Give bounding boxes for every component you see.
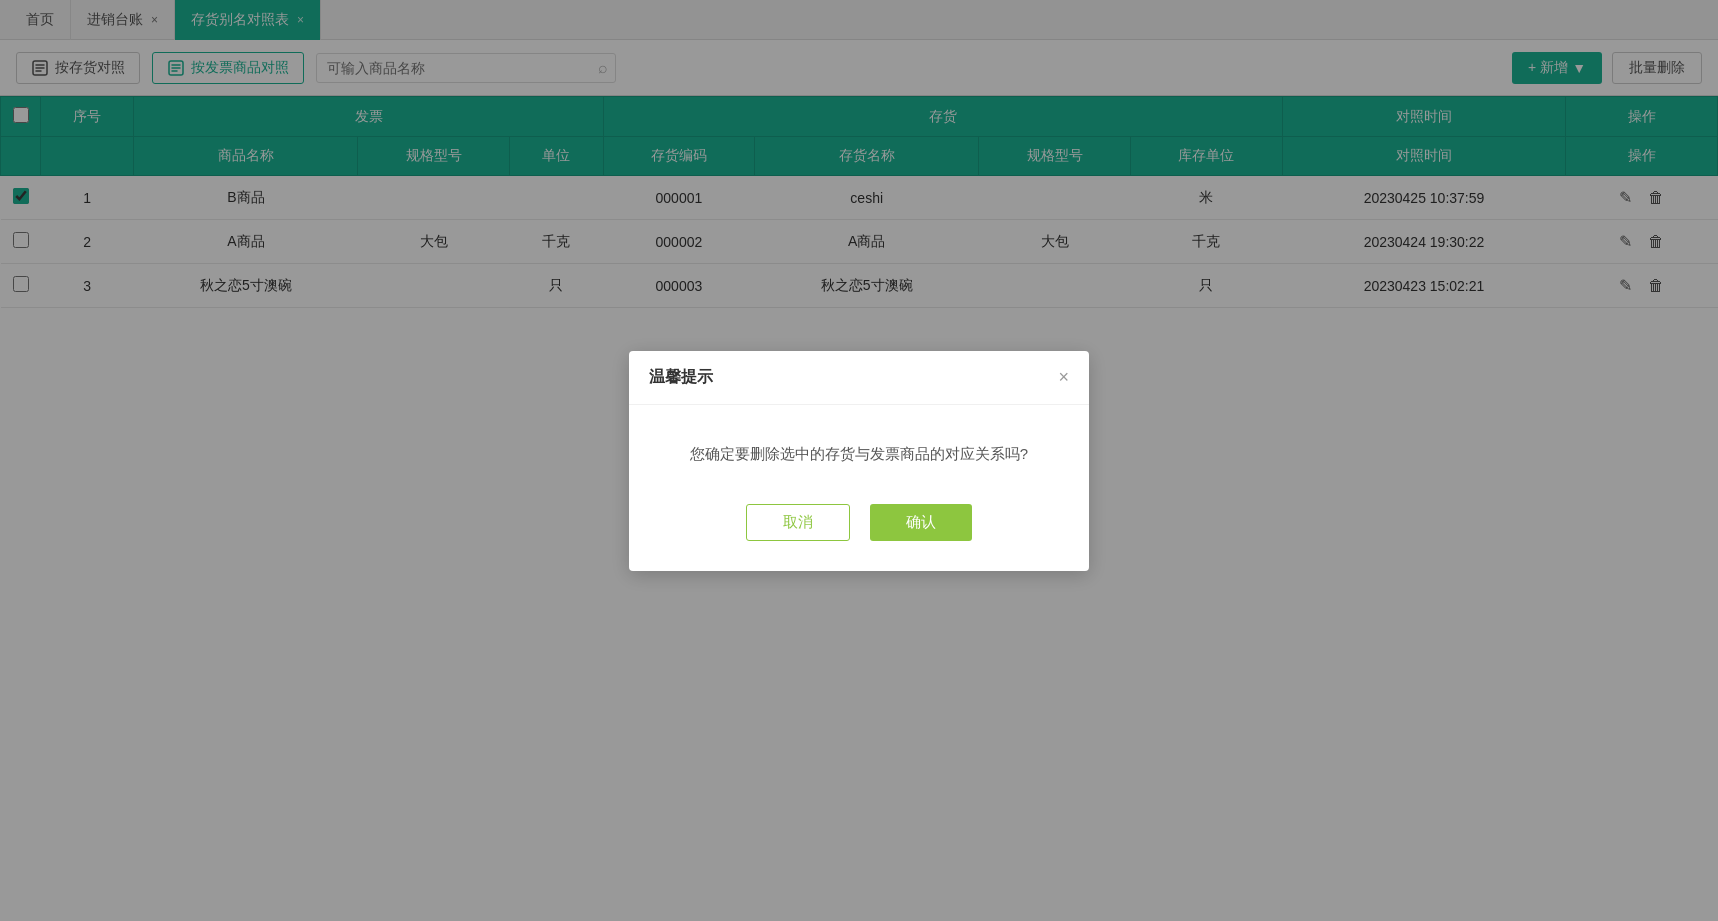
dialog-message: 您确定要删除选中的存货与发票商品的对应关系吗?: [690, 445, 1028, 462]
dialog-close-button[interactable]: ×: [1058, 368, 1069, 386]
dialog-body: 您确定要删除选中的存货与发票商品的对应关系吗?: [629, 405, 1089, 494]
dialog-footer: 取消 确认: [629, 494, 1089, 571]
dialog-cancel-button[interactable]: 取消: [746, 504, 850, 541]
dialog-confirm-button[interactable]: 确认: [870, 504, 972, 541]
dialog-cancel-label: 取消: [783, 513, 813, 530]
dialog-title: 温馨提示: [649, 367, 713, 388]
dialog-header: 温馨提示 ×: [629, 351, 1089, 405]
dialog-overlay: 温馨提示 × 您确定要删除选中的存货与发票商品的对应关系吗? 取消 确认: [0, 0, 1718, 921]
dialog-confirm-label: 确认: [906, 513, 936, 530]
confirm-dialog: 温馨提示 × 您确定要删除选中的存货与发票商品的对应关系吗? 取消 确认: [629, 351, 1089, 571]
